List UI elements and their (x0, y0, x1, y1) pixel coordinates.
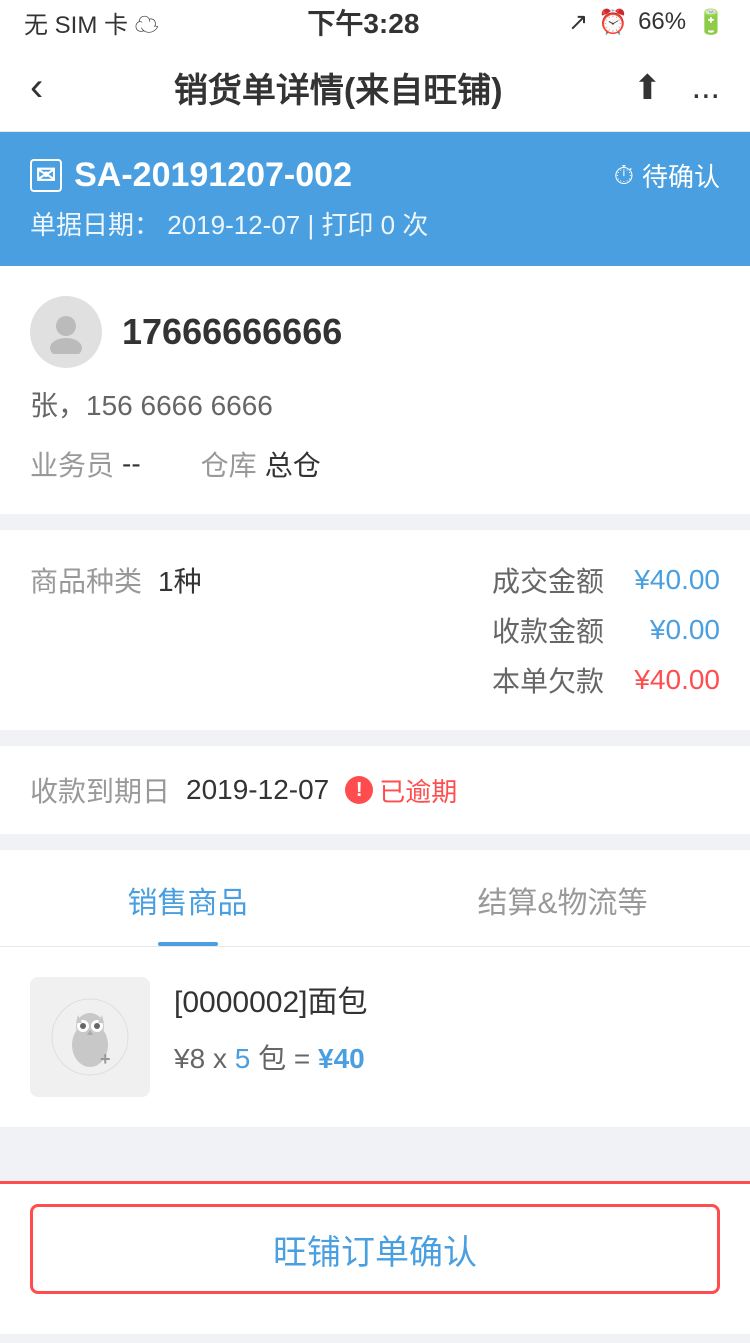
status-badge: ⏱ 待确认 (614, 157, 720, 194)
status-left: 无 SIM 卡 ☁ (24, 5, 159, 40)
warehouse-item: 仓库 总仓 (201, 444, 321, 484)
nav-actions: ⬆ ... (633, 68, 720, 108)
owed-amount-row: 本单欠款 ¥40.00 (492, 660, 720, 700)
order-header-card: ✉ SA-20191207-002 ⏱ 待确认 单据日期： 2019-12-07… (0, 132, 750, 266)
salesperson-item: 业务员 -- (30, 444, 141, 484)
product-name: [0000002]面包 (174, 977, 720, 1021)
customer-name: 张，156 6666 6666 (30, 384, 720, 424)
tabs-section: 销售商品 结算&物流等 (0, 850, 750, 1127)
product-price: ¥8 x 5 包 = ¥40 (174, 1037, 720, 1077)
amount-summary: 成交金额 ¥40.00 收款金额 ¥0.00 本单欠款 ¥40.00 (492, 560, 720, 700)
order-icon: ✉ (30, 159, 62, 192)
status-right: ↗ ⏰ 66% 🔋 (568, 8, 726, 37)
battery-icon: 🔋 (696, 8, 726, 37)
product-item: + [0000002]面包 ¥8 x 5 包 = ¥40 (0, 947, 750, 1127)
summary-section: 商品种类 1种 成交金额 ¥40.00 收款金额 ¥0.00 本单欠款 ¥40.… (0, 530, 750, 730)
share-icon[interactable]: ⬆ (633, 68, 662, 108)
order-id: ✉ SA-20191207-002 (30, 156, 352, 195)
status-time: 下午3:28 (307, 2, 419, 42)
product-thumbnail: + (30, 977, 150, 1097)
product-type: 商品种类 1种 (30, 560, 492, 600)
status-bar: 无 SIM 卡 ☁ 下午3:28 ↗ ⏰ 66% 🔋 (0, 0, 750, 44)
confirm-order-button[interactable]: 旺铺订单确认 (30, 1204, 720, 1294)
received-amount-row: 收款金额 ¥0.00 (492, 610, 720, 650)
overdue-badge: ! 已逾期 (345, 772, 457, 809)
tab-products[interactable]: 销售商品 (0, 850, 375, 946)
nav-bar: ‹ 销货单详情(来自旺铺) ⬆ ... (0, 44, 750, 132)
customer-section: 17666666666 张，156 6666 6666 业务员 -- 仓库 总仓 (0, 266, 750, 514)
alarm-icon: ⏰ (598, 8, 628, 37)
tabs-header: 销售商品 结算&物流等 (0, 850, 750, 947)
order-header-top: ✉ SA-20191207-002 ⏱ 待确认 (30, 156, 720, 195)
customer-phone: 17666666666 (122, 311, 342, 353)
back-button[interactable]: ‹ (30, 65, 43, 110)
svg-text:+: + (100, 1049, 111, 1069)
battery-level: 66% (638, 8, 686, 36)
location-icon: ↗ (568, 8, 588, 37)
product-info: [0000002]面包 ¥8 x 5 包 = ¥40 (174, 977, 720, 1077)
tab-settlement[interactable]: 结算&物流等 (375, 850, 750, 946)
order-meta: 单据日期： 2019-12-07 | 打印 0 次 (30, 205, 720, 242)
page-title: 销货单详情(来自旺铺) (174, 63, 503, 112)
more-icon[interactable]: ... (692, 68, 720, 107)
customer-details: 业务员 -- 仓库 总仓 (30, 444, 720, 484)
clock-icon: ⏱ (614, 160, 634, 192)
sim-status: 无 SIM 卡 ☁ (24, 5, 159, 40)
avatar (30, 296, 102, 368)
customer-row: 17666666666 (30, 296, 720, 368)
transaction-amount-row: 成交金额 ¥40.00 (492, 560, 720, 600)
due-date-section: 收款到期日 2019-12-07 ! 已逾期 (0, 746, 750, 834)
bottom-bar: 旺铺订单确认 (0, 1181, 750, 1334)
overdue-icon: ! (345, 776, 373, 804)
